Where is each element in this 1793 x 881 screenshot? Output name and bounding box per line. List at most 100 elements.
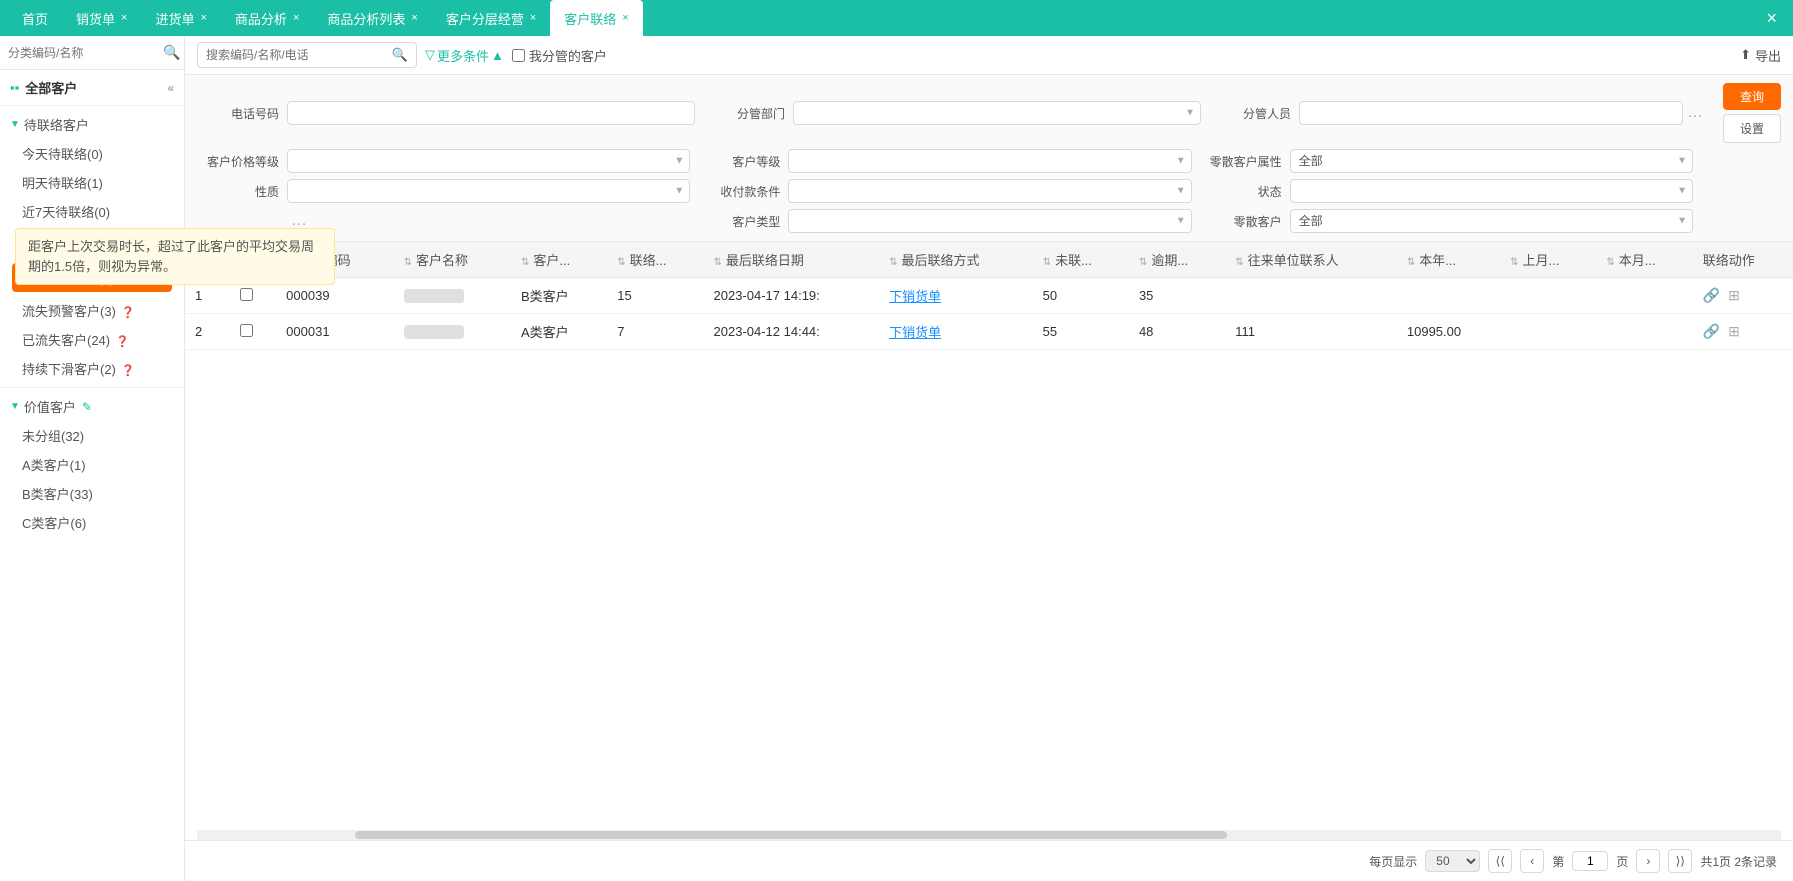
th-contact-count[interactable]: ⇅联络...	[607, 242, 703, 278]
nav-customer-tier[interactable]: 客户分层经营 ×	[432, 0, 550, 36]
close-icon[interactable]: ×	[293, 12, 299, 24]
th-last-date[interactable]: ⇅最后联络日期	[704, 242, 880, 278]
grid-icon[interactable]: ⊞	[1728, 287, 1740, 304]
action-buttons: 查询 设置	[1723, 83, 1781, 143]
td-overdue: 35	[1129, 278, 1225, 314]
field-dept: 分管部门 ▼	[703, 101, 1201, 125]
sidebar-item-a-class[interactable]: A类客户(1)	[0, 450, 184, 479]
price-grade-select[interactable]	[287, 149, 690, 173]
dept-select[interactable]	[793, 101, 1201, 125]
sort-icon: ⇅	[889, 257, 897, 268]
sidebar-item-c-class[interactable]: C类客户(6)	[0, 508, 184, 537]
payment-select[interactable]	[788, 179, 1191, 203]
link-icon[interactable]: 🔗	[1703, 323, 1720, 340]
first-page-button[interactable]: ⟨⟨	[1488, 849, 1512, 873]
sidebar-item-loss-warning[interactable]: 流失预警客户(3) ❓	[0, 296, 184, 325]
my-customer-checkbox[interactable]	[512, 49, 525, 62]
last-method-link[interactable]: 下销货单	[889, 325, 941, 340]
nav-product-list[interactable]: 商品分析列表 ×	[313, 0, 431, 36]
table-row: 2 000031 A类客户 7 2023-04-12 14:44: 下销货单 5…	[185, 314, 1793, 350]
settings-button[interactable]: 设置	[1723, 114, 1781, 143]
nav-product-analysis[interactable]: 商品分析 ×	[221, 0, 313, 36]
edit-icon[interactable]: ✎	[82, 400, 92, 414]
nature-select[interactable]	[287, 179, 690, 203]
sidebar-item-lost[interactable]: 已流失客户(24) ❓	[0, 325, 184, 354]
query-button[interactable]: 查询	[1723, 83, 1781, 110]
export-icon: ⬆	[1740, 47, 1751, 63]
adv-filter-row-4: … 客户类型 ▼ 零散客户 全部	[197, 209, 1781, 233]
td-last-method[interactable]: 下销货单	[879, 278, 1033, 314]
next-page-button[interactable]: ›	[1636, 849, 1660, 873]
help-icon[interactable]: ❓	[115, 336, 129, 348]
th-last-month[interactable]: ⇅上月...	[1500, 242, 1596, 278]
sidebar-item-7days[interactable]: 近7天待联络(0)	[0, 197, 184, 226]
page-input[interactable]	[1572, 851, 1608, 871]
th-overdue[interactable]: ⇅逾期...	[1129, 242, 1225, 278]
close-icon[interactable]: ×	[411, 12, 417, 24]
last-page-button[interactable]: ⟩⟩	[1668, 849, 1692, 873]
row-checkbox[interactable]	[240, 288, 253, 301]
close-icon[interactable]: ×	[622, 12, 628, 24]
price-grade-label: 客户价格等级	[197, 153, 287, 170]
grid-icon[interactable]: ⊞	[1728, 323, 1740, 340]
more-icon[interactable]: …	[1683, 104, 1707, 122]
status-label: 状态	[1200, 183, 1290, 200]
status-select[interactable]	[1290, 179, 1693, 203]
nav-sales[interactable]: 销货单 ×	[62, 0, 141, 36]
sidebar-item-today[interactable]: 今天待联络(0)	[0, 139, 184, 168]
th-this-month[interactable]: ⇅本月...	[1596, 242, 1692, 278]
td-type: A类客户	[511, 314, 607, 350]
row-checkbox[interactable]	[240, 324, 253, 337]
nav-purchase[interactable]: 进货单 ×	[141, 0, 220, 36]
th-this-year[interactable]: ⇅本年...	[1397, 242, 1500, 278]
prev-page-button[interactable]: ‹	[1520, 849, 1544, 873]
last-method-link[interactable]: 下销货单	[889, 289, 941, 304]
sidebar-value-group-header[interactable]: ▼ 价值客户 ✎	[0, 392, 184, 421]
customer-type-select[interactable]	[788, 209, 1191, 233]
phone-input[interactable]	[287, 101, 695, 125]
export-button[interactable]: ⬆ 导出	[1740, 46, 1781, 65]
customer-grade-label: 客户等级	[698, 153, 788, 170]
sidebar-item-b-class[interactable]: B类客户(33)	[0, 479, 184, 508]
more-conditions-button[interactable]: ▽ 更多条件 ▲	[425, 46, 504, 65]
sidebar-collapse-button[interactable]: «	[167, 81, 174, 95]
retail-attr-select[interactable]: 全部	[1290, 149, 1693, 173]
payment-label: 收付款条件	[698, 183, 788, 200]
nav-home[interactable]: 首页	[8, 0, 62, 36]
search-input[interactable]	[206, 48, 392, 62]
th-contact2[interactable]: ⇅往来单位联系人	[1225, 242, 1397, 278]
td-last-date: 2023-04-12 14:44:	[704, 314, 880, 350]
per-page-select[interactable]: 50 100	[1425, 850, 1480, 872]
close-icon[interactable]: ×	[200, 12, 206, 24]
field-customer-grade: 客户等级 ▼	[698, 149, 1191, 173]
retail-customer-select[interactable]: 全部	[1290, 209, 1693, 233]
sidebar-search-input[interactable]	[8, 46, 163, 60]
close-icon[interactable]: ×	[121, 12, 127, 24]
scrollbar-thumb[interactable]	[355, 831, 1226, 839]
sort-icon: ⇅	[1510, 257, 1518, 268]
sidebar-search-icon[interactable]: 🔍	[163, 44, 180, 61]
close-icon[interactable]: ×	[530, 12, 536, 24]
manager-input[interactable]	[1299, 101, 1683, 125]
search-icon[interactable]: 🔍	[392, 47, 408, 63]
td-last-method[interactable]: 下销货单	[879, 314, 1033, 350]
help-icon[interactable]: ❓	[121, 365, 135, 377]
th-name[interactable]: ⇅客户名称	[394, 242, 511, 278]
action-icons: 🔗 ⊞	[1703, 323, 1783, 340]
th-last-method[interactable]: ⇅最后联络方式	[879, 242, 1033, 278]
sidebar-item-declining[interactable]: 持续下滑客户(2) ❓	[0, 354, 184, 383]
window-close-button[interactable]: ×	[1758, 8, 1785, 29]
customer-table: ⚙ ⇅客户编码 ⇅客户名称 ⇅客户... ⇅联络... ⇅最后联络日期 ⇅最后联…	[185, 242, 1793, 350]
customer-grade-select[interactable]	[788, 149, 1191, 173]
nav-customer-contact[interactable]: 客户联络 ×	[550, 0, 642, 36]
help-icon[interactable]: ❓	[121, 307, 135, 319]
sidebar-item-tomorrow[interactable]: 明天待联络(1)	[0, 168, 184, 197]
link-icon[interactable]: 🔗	[1703, 287, 1720, 304]
th-type[interactable]: ⇅客户...	[511, 242, 607, 278]
horizontal-scrollbar[interactable]	[197, 830, 1781, 840]
sidebar-item-ungrouped[interactable]: 未分组(32)	[0, 421, 184, 450]
field-status: 状态 ▼	[1200, 179, 1693, 203]
th-uncontacted[interactable]: ⇅未联...	[1033, 242, 1129, 278]
blurred-name	[404, 325, 464, 339]
sidebar-pending-header[interactable]: ▼ 待联络客户	[0, 110, 184, 139]
